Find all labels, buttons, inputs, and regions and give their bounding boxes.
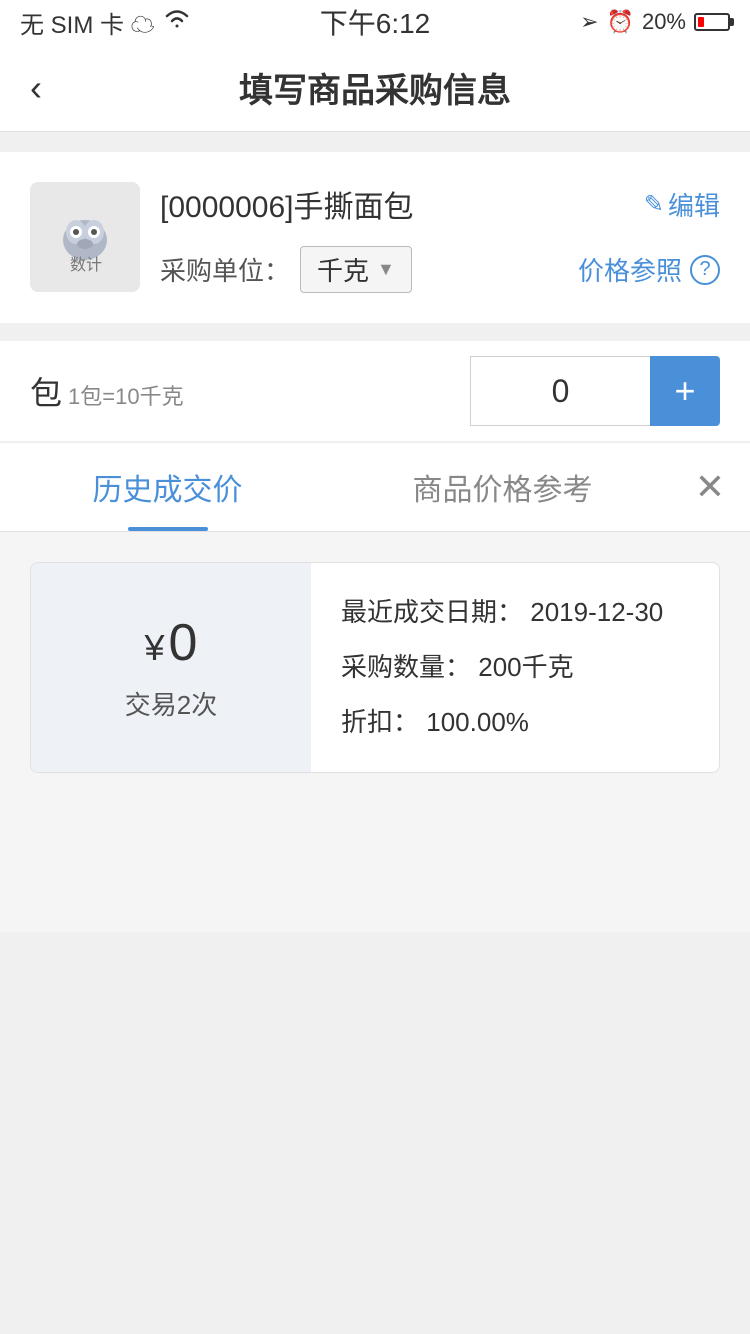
- product-card: 数计 [0000006]手撕面包 ✎ 编辑 采购单位： 千克 ▼: [0, 152, 750, 323]
- quantity-input-group: 0 +: [470, 356, 720, 426]
- edit-button[interactable]: ✎ 编辑: [644, 186, 720, 223]
- quantity-conversion-note: 1包=10千克: [68, 379, 184, 411]
- status-right: ➢ ⏰ 20%: [580, 9, 730, 35]
- history-card: ¥ 0 交易2次 最近成交日期： 2019-12-30 采购数量： 200千克 …: [30, 562, 720, 773]
- page-title: 填写商品采购信息: [239, 63, 511, 112]
- status-left: 无 SIM 卡 ☁: [20, 5, 191, 40]
- battery-icon: [694, 13, 730, 31]
- section-divider: [0, 323, 750, 339]
- unit-value: 千克: [317, 251, 369, 288]
- price-reference-button[interactable]: 价格参照 ?: [578, 251, 720, 288]
- history-price-panel: ¥ 0 交易2次: [31, 563, 311, 772]
- edit-icon: ✎: [644, 190, 664, 219]
- status-time: 下午6:12: [320, 2, 431, 42]
- product-image: 数计: [30, 182, 140, 292]
- unit-selector-group: 采购单位： 千克 ▼: [160, 246, 412, 293]
- history-section: ¥ 0 交易2次 最近成交日期： 2019-12-30 采购数量： 200千克 …: [0, 532, 750, 932]
- product-header: 数计 [0000006]手撕面包 ✎ 编辑 采购单位： 千克 ▼: [30, 182, 720, 293]
- recent-date-row: 最近成交日期： 2019-12-30: [341, 593, 689, 632]
- purchase-quantity-row: 采购数量： 200千克: [341, 648, 689, 687]
- tab-history-price[interactable]: 历史成交价: [0, 443, 335, 531]
- status-bar: 无 SIM 卡 ☁ 下午6:12 ➢ ⏰ 20%: [0, 0, 750, 44]
- tab-close-button[interactable]: ✕: [670, 443, 750, 531]
- tab-price-reference[interactable]: 商品价格参考: [335, 443, 670, 531]
- tab-active-indicator: [128, 527, 208, 531]
- alarm-icon: ⏰: [607, 9, 634, 35]
- battery-percent: 20%: [642, 9, 686, 35]
- product-info: [0000006]手撕面包 ✎ 编辑 采购单位： 千克 ▼ 价格参照 ?: [160, 182, 720, 293]
- product-thumbnail-icon: 数计: [50, 202, 120, 272]
- svg-text:数计: 数计: [70, 256, 102, 272]
- history-price-value: ¥ 0: [145, 613, 198, 673]
- trade-count: 交易2次: [125, 685, 217, 722]
- location-icon: ➢: [580, 9, 598, 35]
- currency-symbol: ¥: [145, 627, 165, 669]
- price-number: 0: [169, 613, 198, 673]
- quantity-label-group: 包 1包=10千克: [30, 368, 184, 414]
- quantity-plus-button[interactable]: +: [650, 356, 720, 426]
- quantity-input[interactable]: 0: [470, 356, 650, 426]
- history-details-panel: 最近成交日期： 2019-12-30 采购数量： 200千克 折扣： 100.0…: [311, 563, 719, 772]
- quantity-section: 包 1包=10千克 0 +: [0, 341, 750, 441]
- help-icon: ?: [690, 255, 720, 285]
- product-name: [0000006]手撕面包: [160, 182, 644, 226]
- product-name-row: [0000006]手撕面包 ✎ 编辑: [160, 182, 720, 226]
- tab-bar: 历史成交价 商品价格参考 ✕: [0, 443, 750, 532]
- unit-dropdown[interactable]: 千克 ▼: [300, 246, 412, 293]
- discount-row: 折扣： 100.00%: [341, 703, 689, 742]
- back-button[interactable]: ‹: [30, 67, 42, 109]
- unit-label: 采购单位：: [160, 251, 290, 288]
- dropdown-arrow-icon: ▼: [377, 259, 395, 280]
- quantity-unit-label: 包: [30, 368, 62, 414]
- quantity-row: 包 1包=10千克 0 +: [30, 341, 720, 441]
- nav-bar: ‹ 填写商品采购信息: [0, 44, 750, 132]
- product-unit-row: 采购单位： 千克 ▼ 价格参照 ?: [160, 246, 720, 293]
- sim-label: 无 SIM 卡 ☁: [20, 5, 155, 40]
- wifi-icon: [163, 8, 191, 37]
